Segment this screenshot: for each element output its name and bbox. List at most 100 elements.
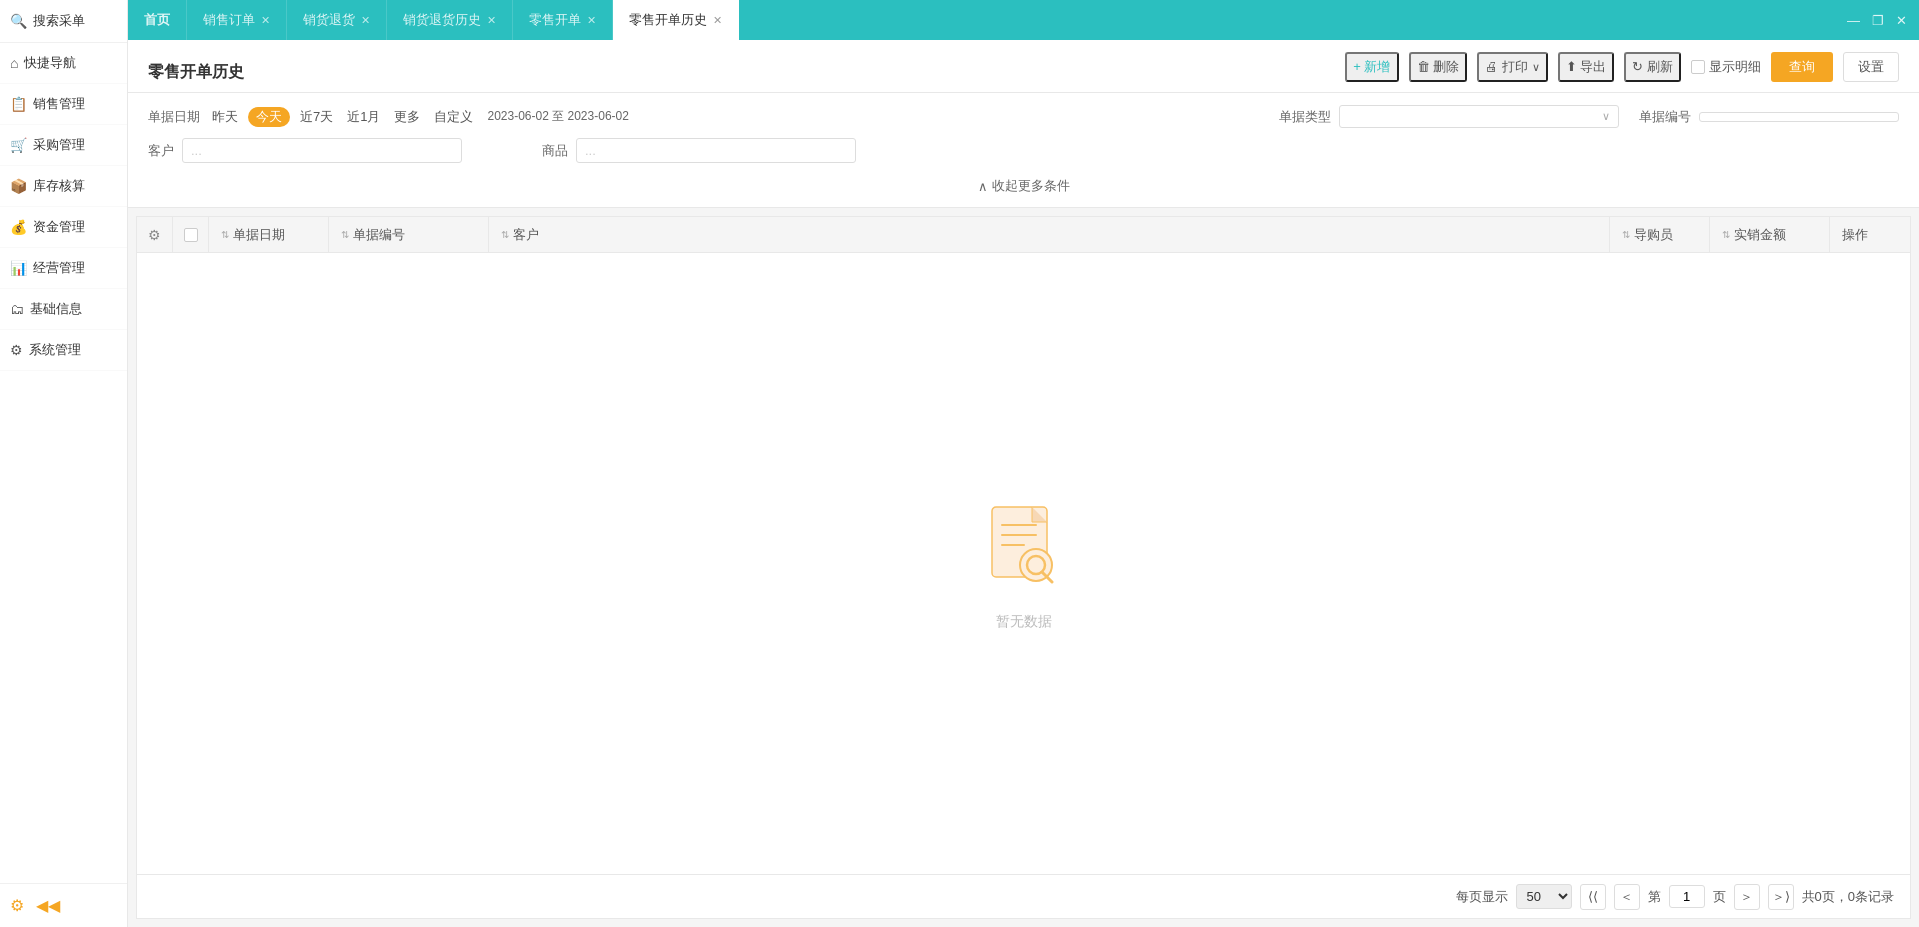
sidebar-item-quick-nav[interactable]: ⌂ 快捷导航 — [0, 43, 127, 84]
sort-icon4[interactable]: ⇅ — [1622, 229, 1630, 240]
purchase-icon: 🛒 — [10, 137, 27, 153]
page-word: 第 — [1648, 888, 1661, 906]
sidebar-bottom: ⚙ ◀◀ — [0, 883, 127, 927]
next-page-button[interactable]: ＞ — [1734, 884, 1760, 910]
query-button[interactable]: 查询 — [1771, 52, 1833, 82]
toolbar: + 新增 🗑 删除 🖨 打印 ∨ ⬆ 导出 ↻ 刷新 显示明细 查询 设置 — [1345, 52, 1899, 92]
add-button[interactable]: + 新增 — [1345, 52, 1398, 82]
display-detail-check[interactable] — [1691, 60, 1705, 74]
page-number-input[interactable] — [1669, 885, 1705, 908]
custom-shortcut[interactable]: 自定义 — [430, 107, 477, 127]
col-order-no-label: 单据编号 — [353, 226, 405, 244]
sidebar-item-sales-mgmt[interactable]: 📋 销售管理 — [0, 84, 127, 125]
tab-retail-open-close[interactable]: ✕ — [587, 14, 596, 27]
date-filter-label: 单据日期 — [148, 108, 200, 126]
tab-retail-history[interactable]: 零售开单历史 ✕ — [613, 0, 739, 40]
order-no-input[interactable] — [1699, 112, 1899, 122]
table-header: ⚙ ⇅ 单据日期 ⇅ 单据编号 ⇅ 客户 ⇅ — [137, 217, 1910, 253]
sort-icon2[interactable]: ⇅ — [341, 229, 349, 240]
basic-info-icon: 🗂 — [10, 301, 24, 317]
col-amount: ⇅ 实销金额 — [1710, 217, 1830, 252]
collapse-conditions[interactable]: ∧ 收起更多条件 — [148, 173, 1899, 195]
settings-gear-icon[interactable]: ⚙ — [10, 896, 24, 915]
prev-page-button[interactable]: ＜ — [1614, 884, 1640, 910]
col-amount-label: 实销金额 — [1734, 226, 1786, 244]
tab-retail-open[interactable]: 零售开单 ✕ — [513, 0, 613, 40]
tab-retail-open-label: 零售开单 — [529, 11, 581, 29]
col-order-no: ⇅ 单据编号 — [329, 217, 489, 252]
product-input[interactable]: ... — [576, 138, 856, 163]
today-shortcut[interactable]: 今天 — [248, 107, 290, 127]
tab-sales-return[interactable]: 销货退货 ✕ — [287, 0, 387, 40]
col-checkbox[interactable] — [173, 217, 209, 252]
sidebar-item-purchase-mgmt[interactable]: 🛒 采购管理 — [0, 125, 127, 166]
print-dropdown-icon[interactable]: ∨ — [1532, 61, 1540, 74]
sidebar-search-label: 搜索采单 — [33, 12, 85, 30]
col-guide-label: 导购员 — [1634, 226, 1673, 244]
top-nav: 首页 销售订单 ✕ 销货退货 ✕ 销货退货历史 ✕ 零售开单 ✕ 零售开单历史 … — [128, 0, 1919, 40]
close-button[interactable]: ✕ — [1896, 13, 1907, 28]
tab-sales-return-history-close[interactable]: ✕ — [487, 14, 496, 27]
print-button[interactable]: 🖨 打印 ∨ — [1477, 52, 1548, 82]
last-page-button[interactable]: ＞⟩ — [1768, 884, 1794, 910]
col-customer: ⇅ 客户 — [489, 217, 1610, 252]
sidebar-item-label: 快捷导航 — [24, 54, 76, 72]
sort-icon3[interactable]: ⇅ — [501, 229, 509, 240]
tab-home[interactable]: 首页 — [128, 0, 187, 40]
more-shortcut[interactable]: 更多 — [390, 107, 424, 127]
empty-icon — [974, 497, 1074, 597]
finance-icon: 💰 — [10, 219, 27, 235]
restore-button[interactable]: ❐ — [1872, 13, 1884, 28]
product-filter: 商品 ... — [542, 138, 856, 163]
col-setting[interactable]: ⚙ — [137, 217, 173, 252]
header-checkbox[interactable] — [184, 228, 198, 242]
delete-button[interactable]: 🗑 删除 — [1409, 52, 1468, 82]
search-icon: 🔍 — [10, 13, 27, 29]
print-label: 🖨 打印 — [1485, 58, 1528, 76]
tab-sales-return-history[interactable]: 销货退货历史 ✕ — [387, 0, 513, 40]
col-action-label: 操作 — [1842, 226, 1868, 244]
empty-text: 暂无数据 — [996, 613, 1052, 631]
page-title: 零售开单历史 — [148, 62, 244, 83]
page-header: 零售开单历史 + 新增 🗑 删除 🖨 打印 ∨ ⬆ 导出 ↻ 刷新 显示明细 查… — [128, 40, 1919, 93]
sidebar-item-system[interactable]: ⚙ 系统管理 — [0, 330, 127, 371]
sort-icon5[interactable]: ⇅ — [1722, 229, 1730, 240]
tab-sales-return-close[interactable]: ✕ — [361, 14, 370, 27]
yesterday-shortcut[interactable]: 昨天 — [208, 107, 242, 127]
sidebar-item-label: 销售管理 — [33, 95, 85, 113]
first-page-button[interactable]: ⟨⟨ — [1580, 884, 1606, 910]
tab-retail-history-close[interactable]: ✕ — [713, 14, 722, 27]
sidebar: 🔍 搜索采单 ⌂ 快捷导航 📋 销售管理 🛒 采购管理 📦 库存核算 💰 资金管… — [0, 0, 128, 927]
setting-button[interactable]: 设置 — [1843, 52, 1899, 82]
refresh-button[interactable]: ↻ 刷新 — [1624, 52, 1681, 82]
last-month-shortcut[interactable]: 近1月 — [343, 107, 384, 127]
minimize-button[interactable]: — — [1847, 13, 1860, 28]
page-size-select[interactable]: 50 10 20 100 — [1516, 884, 1572, 909]
sidebar-collapse-icon[interactable]: ◀◀ — [36, 896, 60, 915]
sidebar-search[interactable]: 🔍 搜索采单 — [0, 0, 127, 43]
settings-icon: ⚙ — [148, 227, 161, 243]
content-area: 零售开单历史 + 新增 🗑 删除 🖨 打印 ∨ ⬆ 导出 ↻ 刷新 显示明细 查… — [128, 40, 1919, 927]
date-range-display: 2023-06-02 至 2023-06-02 — [487, 108, 628, 125]
collapse-label: 收起更多条件 — [992, 177, 1070, 195]
col-action: 操作 — [1830, 217, 1910, 252]
order-no-filter: 单据编号 — [1639, 108, 1899, 126]
sidebar-item-label: 基础信息 — [30, 300, 82, 318]
customer-input[interactable]: ... — [182, 138, 462, 163]
sidebar-item-finance[interactable]: 💰 资金管理 — [0, 207, 127, 248]
filter-row-2: 客户 ... 商品 ... — [148, 138, 1899, 163]
order-type-select[interactable]: ∨ — [1339, 105, 1619, 128]
tab-sales-order-close[interactable]: ✕ — [261, 14, 270, 27]
product-placeholder: ... — [585, 143, 596, 158]
display-detail-checkbox[interactable]: 显示明细 — [1691, 58, 1761, 76]
order-type-filter: 单据类型 ∨ — [1279, 105, 1619, 128]
tab-sales-return-history-label: 销货退货历史 — [403, 11, 481, 29]
sort-icon[interactable]: ⇅ — [221, 229, 229, 240]
product-label: 商品 — [542, 142, 568, 160]
sidebar-item-basic-info[interactable]: 🗂 基础信息 — [0, 289, 127, 330]
sidebar-item-operations[interactable]: 📊 经营管理 — [0, 248, 127, 289]
export-button[interactable]: ⬆ 导出 — [1558, 52, 1615, 82]
sidebar-item-inventory[interactable]: 📦 库存核算 — [0, 166, 127, 207]
tab-sales-order[interactable]: 销售订单 ✕ — [187, 0, 287, 40]
last7-shortcut[interactable]: 近7天 — [296, 107, 337, 127]
